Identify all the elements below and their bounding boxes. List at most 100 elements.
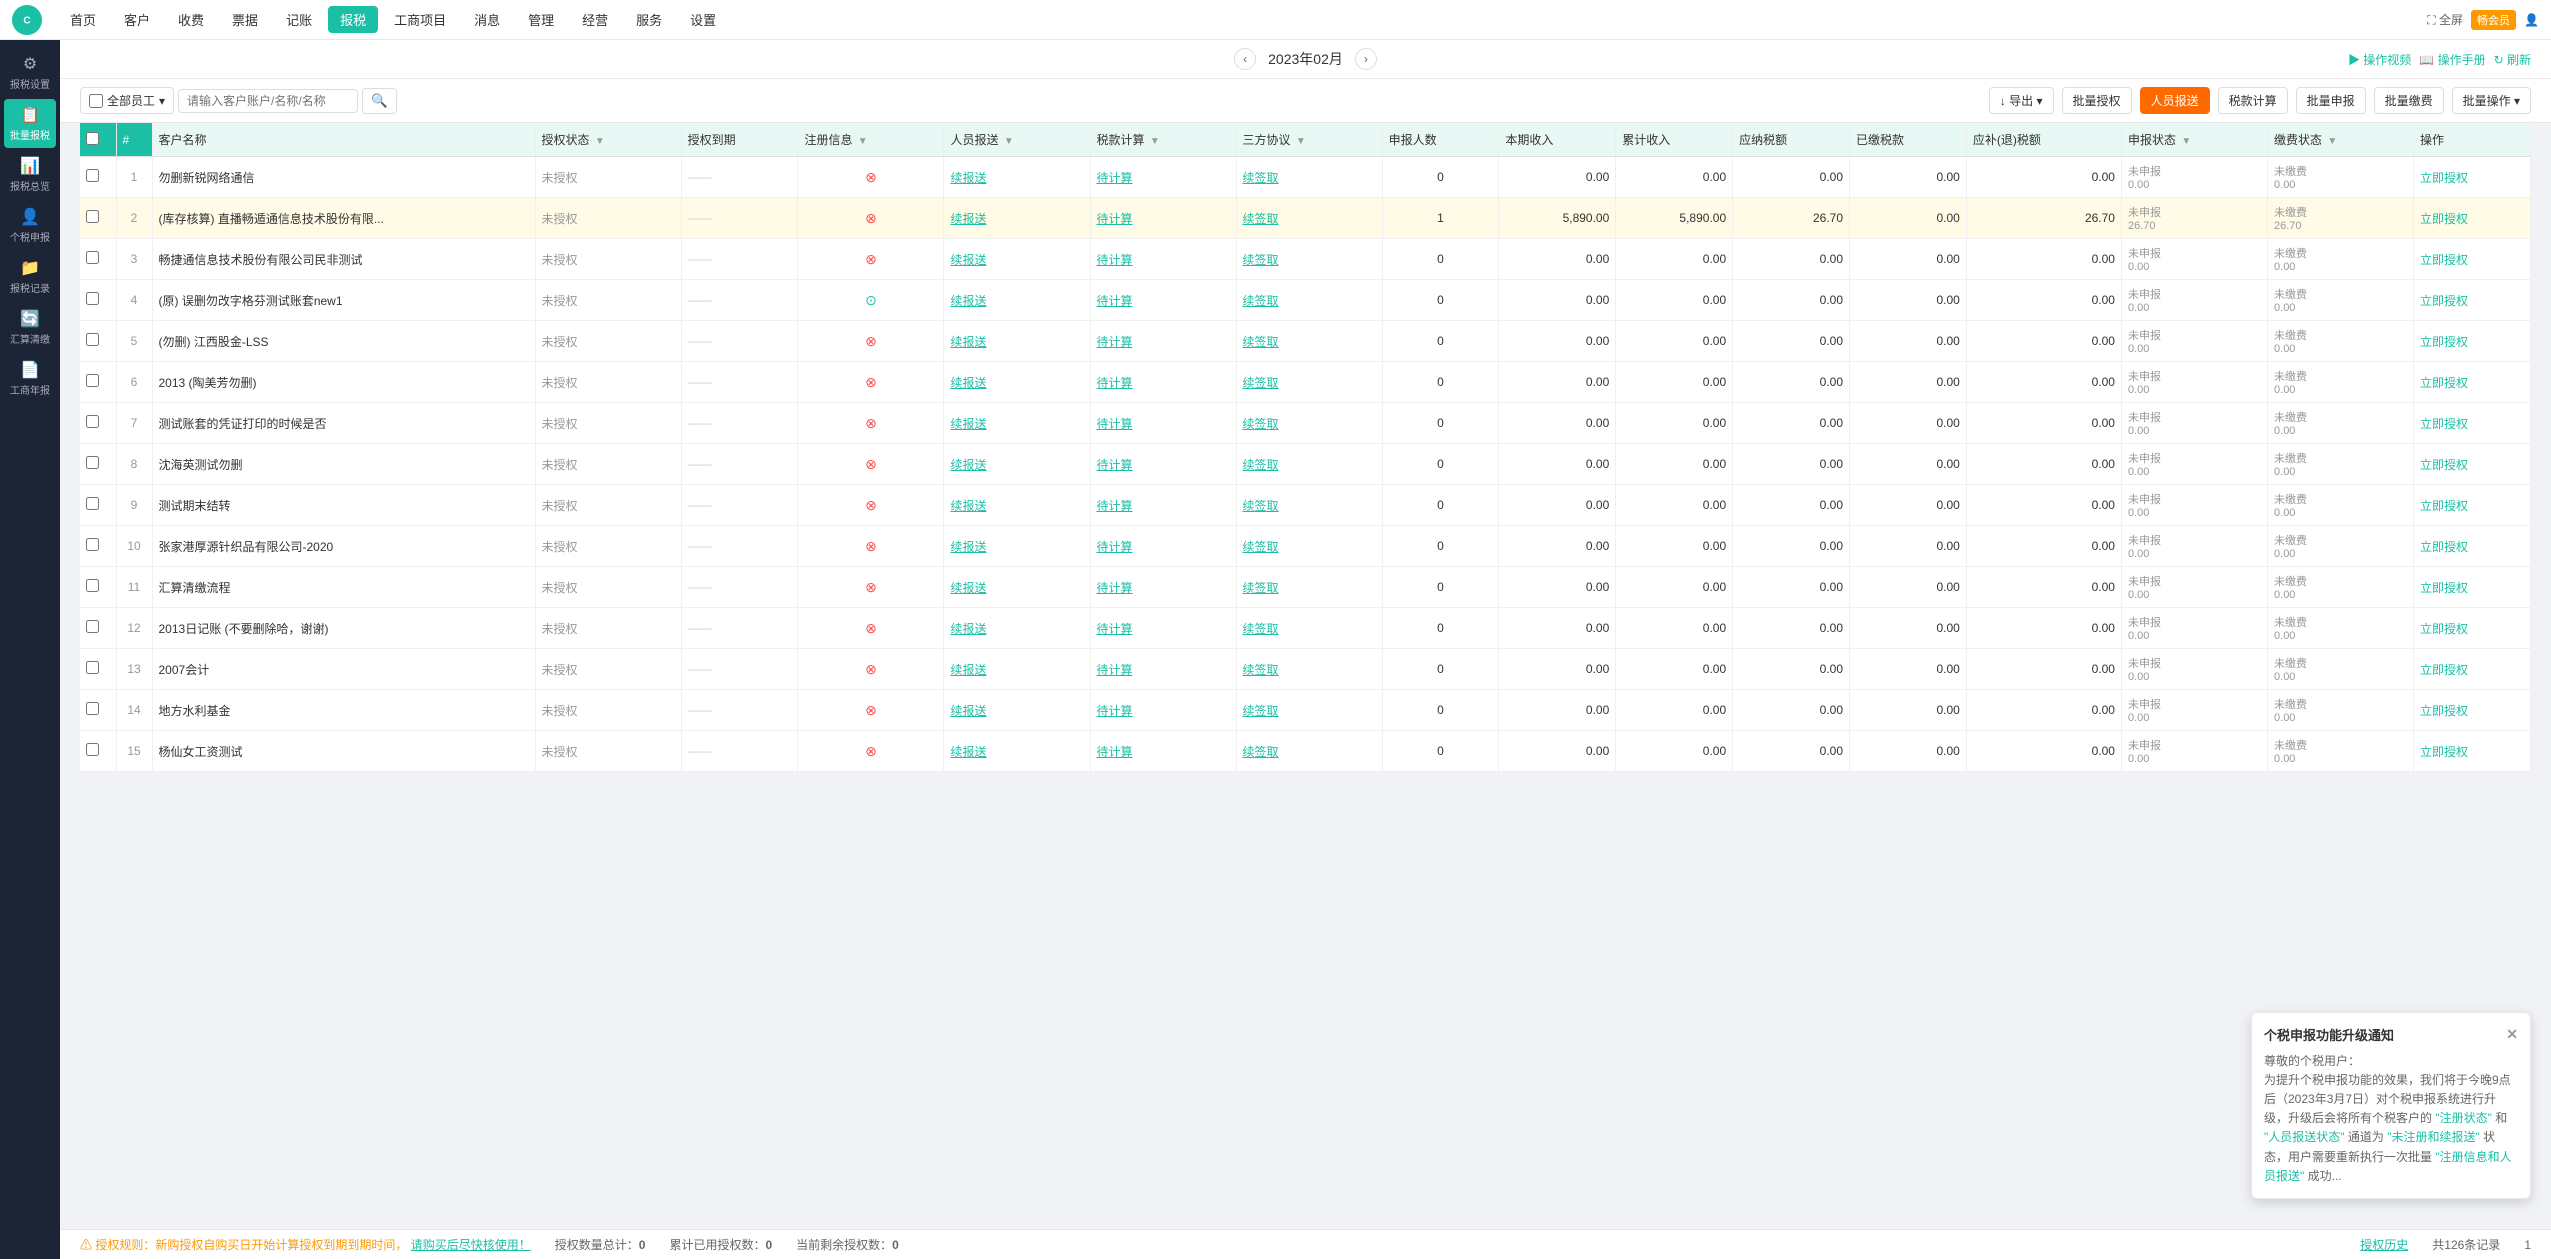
cell-tax-calc[interactable]: 待计算	[1090, 526, 1236, 567]
cell-triparty[interactable]: 续签取	[1236, 362, 1382, 403]
tax-calc-btn[interactable]: 税款计算	[2218, 87, 2288, 114]
cell-checkbox[interactable]	[80, 362, 116, 403]
fee-status-filter-icon[interactable]: ▼	[2327, 136, 2337, 147]
operation-video-btn[interactable]: ▶ 操作视频	[2348, 51, 2411, 68]
cell-tax-calc[interactable]: 待计算	[1090, 567, 1236, 608]
cell-triparty[interactable]: 续签取	[1236, 608, 1382, 649]
cell-action[interactable]: 立即授权	[2414, 690, 2531, 731]
sidebar-item-tax-overview[interactable]: 📊 报税总览	[4, 150, 56, 199]
nav-item-tax[interactable]: 报税	[328, 6, 378, 33]
row-checkbox[interactable]	[86, 620, 99, 633]
cell-checkbox[interactable]	[80, 403, 116, 444]
cell-checkbox[interactable]	[80, 444, 116, 485]
cell-person-report[interactable]: 续报送	[944, 649, 1090, 690]
cell-tax-calc[interactable]: 待计算	[1090, 321, 1236, 362]
nav-item-home[interactable]: 首页	[58, 6, 108, 33]
cell-tax-calc[interactable]: 待计算	[1090, 731, 1236, 772]
cell-person-report[interactable]: 续报送	[944, 485, 1090, 526]
cell-action[interactable]: 立即授权	[2414, 567, 2531, 608]
nav-item-operations[interactable]: 经营	[570, 6, 620, 33]
nav-item-service[interactable]: 服务	[624, 6, 674, 33]
batch-auth-btn[interactable]: 批量授权	[2062, 87, 2132, 114]
cell-triparty[interactable]: 续签取	[1236, 690, 1382, 731]
cell-checkbox[interactable]	[80, 567, 116, 608]
cell-triparty[interactable]: 续签取	[1236, 321, 1382, 362]
prev-month-btn[interactable]: ‹	[1234, 48, 1256, 70]
cell-action[interactable]: 立即授权	[2414, 649, 2531, 690]
cell-checkbox[interactable]	[80, 157, 116, 198]
search-input[interactable]	[178, 89, 358, 113]
cell-person-report[interactable]: 续报送	[944, 731, 1090, 772]
row-checkbox[interactable]	[86, 374, 99, 387]
row-checkbox[interactable]	[86, 333, 99, 346]
cell-action[interactable]: 立即授权	[2414, 362, 2531, 403]
refresh-btn[interactable]: ↻ 刷新	[2494, 51, 2531, 68]
cell-triparty[interactable]: 续签取	[1236, 403, 1382, 444]
cell-triparty[interactable]: 续签取	[1236, 649, 1382, 690]
cell-triparty[interactable]: 续签取	[1236, 485, 1382, 526]
row-checkbox[interactable]	[86, 497, 99, 510]
cell-person-report[interactable]: 续报送	[944, 403, 1090, 444]
cell-action[interactable]: 立即授权	[2414, 608, 2531, 649]
cell-triparty[interactable]: 续签取	[1236, 731, 1382, 772]
person-report-btn[interactable]: 人员报送	[2140, 87, 2210, 114]
auth-history-link[interactable]: 授权历史	[2360, 1236, 2408, 1253]
cell-person-report[interactable]: 续报送	[944, 567, 1090, 608]
reg-info-filter-icon[interactable]: ▼	[858, 136, 868, 147]
batch-ops-btn[interactable]: 批量操作 ▾	[2452, 87, 2531, 114]
cell-checkbox[interactable]	[80, 608, 116, 649]
cell-triparty[interactable]: 续签取	[1236, 444, 1382, 485]
cell-tax-calc[interactable]: 待计算	[1090, 362, 1236, 403]
nav-item-settings[interactable]: 设置	[678, 6, 728, 33]
export-btn[interactable]: ↓ 导出 ▾	[1989, 87, 2054, 114]
user-avatar[interactable]: 👤	[2524, 13, 2539, 27]
cell-triparty[interactable]: 续签取	[1236, 567, 1382, 608]
cell-person-report[interactable]: 续报送	[944, 526, 1090, 567]
cell-checkbox[interactable]	[80, 198, 116, 239]
footer-warning-link[interactable]: 请购买后尽快核使用！	[411, 1238, 531, 1252]
cell-action[interactable]: 立即授权	[2414, 280, 2531, 321]
batch-pay-btn[interactable]: 批量缴费	[2374, 87, 2444, 114]
row-checkbox[interactable]	[86, 251, 99, 264]
row-checkbox[interactable]	[86, 415, 99, 428]
vip-badge[interactable]: 畅会员	[2471, 10, 2516, 30]
cell-checkbox[interactable]	[80, 690, 116, 731]
row-checkbox[interactable]	[86, 292, 99, 305]
cell-action[interactable]: 立即授权	[2414, 403, 2531, 444]
row-checkbox[interactable]	[86, 579, 99, 592]
cell-action[interactable]: 立即授权	[2414, 485, 2531, 526]
cell-checkbox[interactable]	[80, 731, 116, 772]
row-checkbox[interactable]	[86, 661, 99, 674]
cell-tax-calc[interactable]: 待计算	[1090, 608, 1236, 649]
cell-tax-calc[interactable]: 待计算	[1090, 444, 1236, 485]
cell-person-report[interactable]: 续报送	[944, 280, 1090, 321]
cell-action[interactable]: 立即授权	[2414, 526, 2531, 567]
nav-item-fees[interactable]: 收费	[166, 6, 216, 33]
cell-person-report[interactable]: 续报送	[944, 157, 1090, 198]
next-month-btn[interactable]: ›	[1355, 48, 1377, 70]
cell-tax-calc[interactable]: 待计算	[1090, 403, 1236, 444]
cell-checkbox[interactable]	[80, 321, 116, 362]
row-checkbox[interactable]	[86, 210, 99, 223]
cell-triparty[interactable]: 续签取	[1236, 157, 1382, 198]
batch-declare-btn[interactable]: 批量申报	[2296, 87, 2366, 114]
nav-item-bookkeeping[interactable]: 记账	[274, 6, 324, 33]
cell-tax-calc[interactable]: 待计算	[1090, 690, 1236, 731]
sidebar-item-annual-settlement[interactable]: 🔄 汇算清缴	[4, 303, 56, 352]
sidebar-item-tax-settings[interactable]: ⚙ 报税设置	[4, 48, 56, 97]
row-checkbox[interactable]	[86, 538, 99, 551]
nav-item-management[interactable]: 管理	[516, 6, 566, 33]
cell-action[interactable]: 立即授权	[2414, 239, 2531, 280]
triparty-filter-icon[interactable]: ▼	[1296, 136, 1306, 147]
cell-triparty[interactable]: 续签取	[1236, 280, 1382, 321]
tax-calc-filter-icon[interactable]: ▼	[1150, 136, 1160, 147]
sidebar-item-personal-tax[interactable]: 👤 个税申报	[4, 201, 56, 250]
auth-status-filter-icon[interactable]: ▼	[595, 136, 605, 147]
cell-triparty[interactable]: 续签取	[1236, 526, 1382, 567]
cell-checkbox[interactable]	[80, 239, 116, 280]
cell-action[interactable]: 立即授权	[2414, 198, 2531, 239]
sidebar-item-annual-report[interactable]: 📄 工商年报	[4, 354, 56, 403]
sidebar-item-tax-records[interactable]: 📁 报税记录	[4, 252, 56, 301]
nav-item-business[interactable]: 工商项目	[382, 6, 458, 33]
all-employee-checkbox[interactable]	[89, 94, 103, 108]
